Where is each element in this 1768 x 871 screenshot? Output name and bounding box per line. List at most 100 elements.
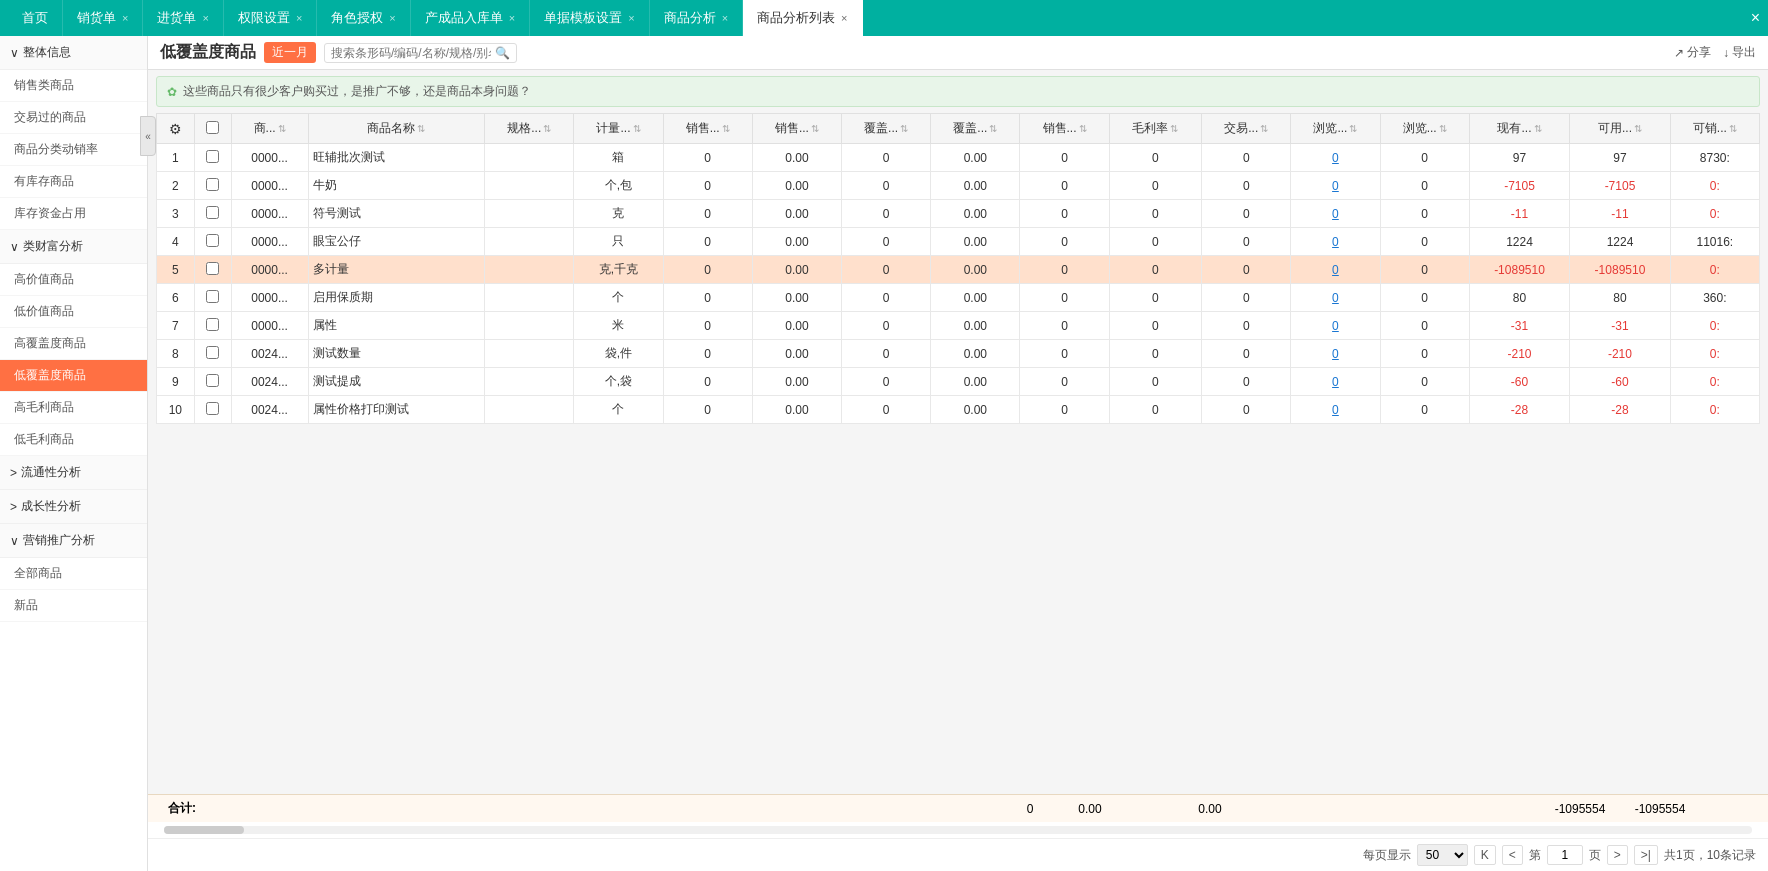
row-checkbox[interactable] (206, 346, 219, 359)
sidebar-item-all-products[interactable]: 全部商品 (0, 558, 147, 590)
col-browse2[interactable]: 浏览...⇅ (1380, 114, 1469, 144)
nav-tab-sales[interactable]: 销货单 × (63, 0, 143, 36)
sidebar-section-marketing[interactable]: ∨ 营销推广分析 (0, 524, 147, 558)
sidebar-section-wealth[interactable]: ∨ 类财富分析 (0, 230, 147, 264)
col-name[interactable]: 商品名称⇅ (308, 114, 485, 144)
sidebar-item-category-rate[interactable]: 商品分类动销率 (0, 134, 147, 166)
table-row[interactable]: 50000...多计量克,千克00.0000.0000000-1089510-1… (157, 256, 1760, 284)
sidebar-item-high-value[interactable]: 高价值商品 (0, 264, 147, 296)
nav-tab-permissions[interactable]: 权限设置 × (224, 0, 317, 36)
col-sellable[interactable]: 可销...⇅ (1670, 114, 1759, 144)
top-nav: 首页 销货单 × 进货单 × 权限设置 × 角色授权 × 产成品入库单 × 单据… (0, 0, 1768, 36)
nav-tab-product-analysis[interactable]: 商品分析 × (650, 0, 743, 36)
page-title: 低覆盖度商品 (160, 42, 256, 63)
nav-tab-home[interactable]: 首页 (8, 0, 63, 36)
nav-tab-template[interactable]: 单据模板设置 × (530, 0, 649, 36)
col-unit[interactable]: 计量...⇅ (574, 114, 663, 144)
sidebar-item-sales-products[interactable]: 销售类商品 (0, 70, 147, 102)
table-row[interactable]: 80024...测试数量袋,件00.0000.0000000-210-2100: (157, 340, 1760, 368)
nav-tab-analysis-list[interactable]: 商品分析列表 × (743, 0, 862, 36)
content-header: 低覆盖度商品 近一月 🔍 ↗ 分享 ↓ 导出 (148, 36, 1768, 70)
col-gear[interactable]: ⚙ (157, 114, 195, 144)
table-row[interactable]: 90024...测试提成个,袋00.0000.0000000-60-600: (157, 368, 1760, 396)
row-checkbox[interactable] (206, 150, 219, 163)
info-banner: ✿ 这些商品只有很少客户购买过，是推广不够，还是商品本身问题？ (156, 76, 1760, 107)
col-browse1[interactable]: 浏览...⇅ (1291, 114, 1380, 144)
row-checkbox[interactable] (206, 290, 219, 303)
sidebar-collapse-button[interactable]: « (140, 116, 156, 156)
col-cover2[interactable]: 覆盖...⇅ (931, 114, 1020, 144)
col-current-stock[interactable]: 现有...⇅ (1469, 114, 1569, 144)
table-row[interactable]: 20000...牛奶个,包00.0000.0000000-7105-71050: (157, 172, 1760, 200)
sidebar-item-capital[interactable]: 库存资金占用 (0, 198, 147, 230)
nav-tab-purchase[interactable]: 进货单 × (143, 0, 223, 36)
col-trade[interactable]: 交易...⇅ (1202, 114, 1291, 144)
row-checkbox[interactable] (206, 318, 219, 331)
col-checkbox[interactable] (194, 114, 231, 144)
table-row[interactable]: 70000...属性米00.0000.0000000-31-310: (157, 312, 1760, 340)
col-sales-amt[interactable]: 销售...⇅ (752, 114, 841, 144)
page-label: 第 (1529, 847, 1541, 864)
col-gross-margin[interactable]: 毛利率⇅ (1109, 114, 1202, 144)
sidebar-item-low-value[interactable]: 低价值商品 (0, 296, 147, 328)
nav-tab-product-inbound[interactable]: 产成品入库单 × (411, 0, 530, 36)
sidebar-item-low-coverage[interactable]: 低覆盖度商品 (0, 360, 147, 392)
chevron-down-icon: ∨ (10, 46, 19, 60)
table-row[interactable]: 10000...旺辅批次测试箱00.0000.000000097978730: (157, 144, 1760, 172)
share-button[interactable]: ↗ 分享 (1674, 44, 1711, 61)
sidebar-item-high-coverage[interactable]: 高覆盖度商品 (0, 328, 147, 360)
table-row[interactable]: 100024...属性价格打印测试个00.0000.0000000-28-280… (157, 396, 1760, 424)
row-checkbox[interactable] (206, 402, 219, 415)
time-filter-button[interactable]: 近一月 (264, 42, 316, 63)
select-all-checkbox[interactable] (206, 121, 219, 134)
prev-page-button[interactable]: < (1502, 845, 1523, 865)
col-code[interactable]: 商...⇅ (231, 114, 308, 144)
col-sales3[interactable]: 销售...⇅ (1020, 114, 1109, 144)
sidebar-item-low-margin[interactable]: 低毛利商品 (0, 424, 147, 456)
col-cover1[interactable]: 覆盖...⇅ (842, 114, 931, 144)
sidebar-item-new-products[interactable]: 新品 (0, 590, 147, 622)
current-page-input[interactable] (1547, 845, 1583, 865)
next-page-button[interactable]: > (1607, 845, 1628, 865)
col-available[interactable]: 可用...⇅ (1570, 114, 1670, 144)
close-icon[interactable]: × (202, 12, 208, 24)
close-icon[interactable]: × (122, 12, 128, 24)
sidebar-section-growth[interactable]: > 成长性分析 (0, 490, 147, 524)
last-page-button[interactable]: >| (1634, 845, 1658, 865)
sidebar-item-high-margin[interactable]: 高毛利商品 (0, 392, 147, 424)
sidebar: ∨ 整体信息 销售类商品 交易过的商品 商品分类动销率 有库存商品 库存资金占用… (0, 36, 148, 871)
sidebar-section-general[interactable]: ∨ 整体信息 (0, 36, 147, 70)
row-checkbox[interactable] (206, 178, 219, 191)
close-icon[interactable]: × (509, 12, 515, 24)
close-icon[interactable]: × (841, 12, 847, 24)
row-checkbox[interactable] (206, 234, 219, 247)
row-checkbox[interactable] (206, 206, 219, 219)
search-input[interactable] (331, 46, 491, 60)
close-icon[interactable]: × (389, 12, 395, 24)
table-row[interactable]: 40000...眼宝公仔只00.0000.0000000122412241101… (157, 228, 1760, 256)
table-header-row: ⚙ 商...⇅ 商品名称⇅ 规格...⇅ 计量...⇅ 销售...⇅ 销售...… (157, 114, 1760, 144)
search-icon[interactable]: 🔍 (495, 46, 510, 60)
sidebar-item-stocked[interactable]: 有库存商品 (0, 166, 147, 198)
row-checkbox[interactable] (206, 374, 219, 387)
close-icon[interactable]: × (722, 12, 728, 24)
first-page-button[interactable]: K (1474, 845, 1496, 865)
per-page-select[interactable]: 50 20 100 (1417, 844, 1468, 866)
col-sales-qty[interactable]: 销售...⇅ (663, 114, 752, 144)
sidebar-item-traded-products[interactable]: 交易过的商品 (0, 102, 147, 134)
data-table: ⚙ 商...⇅ 商品名称⇅ 规格...⇅ 计量...⇅ 销售...⇅ 销售...… (156, 113, 1760, 424)
gear-icon[interactable]: ⚙ (169, 121, 182, 137)
table-row[interactable]: 60000...启用保质期个00.0000.00000008080360: (157, 284, 1760, 312)
export-button[interactable]: ↓ 导出 (1723, 44, 1756, 61)
nav-tab-roles[interactable]: 角色授权 × (317, 0, 410, 36)
close-all-button[interactable]: × (1751, 9, 1760, 27)
close-icon[interactable]: × (628, 12, 634, 24)
total-current-stock: -1095554 (1540, 802, 1620, 816)
close-icon[interactable]: × (296, 12, 302, 24)
table-row[interactable]: 30000...符号测试克00.0000.0000000-11-110: (157, 200, 1760, 228)
chevron-right-icon: > (10, 466, 17, 480)
sidebar-section-liquidity[interactable]: > 流通性分析 (0, 456, 147, 490)
horizontal-scrollbar[interactable] (148, 822, 1768, 838)
row-checkbox[interactable] (206, 262, 219, 275)
col-spec[interactable]: 规格...⇅ (485, 114, 574, 144)
